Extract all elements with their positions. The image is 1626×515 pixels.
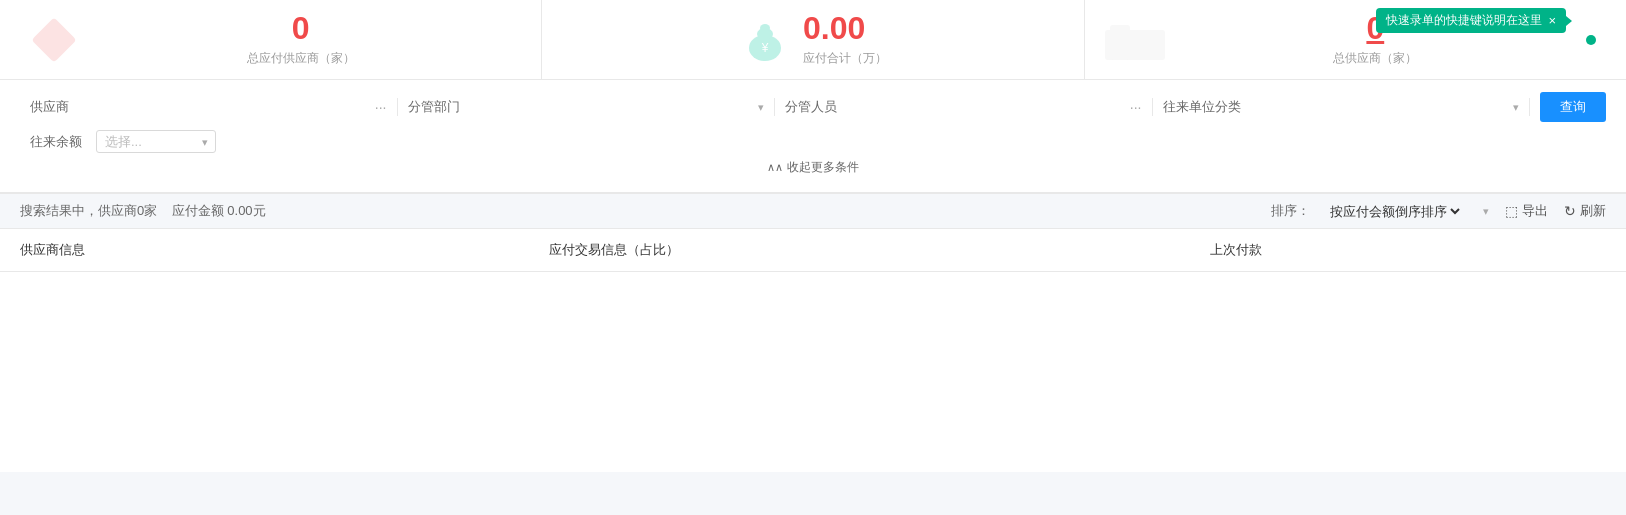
stat-total-suppliers: 快速录单的快捷键说明在这里 × 0 总供应商（家） bbox=[1085, 0, 1626, 79]
category-label: 往来单位分类 bbox=[1163, 98, 1241, 116]
result-text: 搜索结果中，供应商0家 bbox=[20, 203, 157, 218]
stat-total-payable-suppliers: 0 总应付供应商（家） bbox=[0, 0, 542, 79]
supplier-label: 供应商 bbox=[30, 98, 70, 116]
svg-rect-0 bbox=[31, 17, 76, 62]
collapse-label: 收起更多条件 bbox=[787, 159, 859, 176]
query-button[interactable]: 查询 bbox=[1540, 92, 1606, 122]
department-dropdown-icon[interactable]: ▾ bbox=[758, 101, 764, 114]
stats-bar: 0 总应付供应商（家） ¥ 0.00 应付合计（万） 快速录单的快捷键说明在这里… bbox=[0, 0, 1626, 80]
person-dots-btn[interactable]: ··· bbox=[1130, 99, 1142, 115]
stat-payable-total: ¥ 0.00 应付合计（万） bbox=[542, 0, 1084, 79]
filter-area: 供应商 ··· 分管部门 ▾ 分管人员 ··· 往来单位分类 ▾ 查询 往来余额 bbox=[0, 80, 1626, 193]
balance-label: 往来余额 bbox=[30, 133, 82, 151]
col-lastpay-header: 上次付款 bbox=[1210, 241, 1607, 259]
svg-rect-6 bbox=[1110, 25, 1130, 60]
diamond-logo-icon bbox=[30, 16, 78, 64]
table-header: 供应商信息 应付交易信息（占比） 上次付款 bbox=[0, 229, 1626, 272]
tooltip-dot bbox=[1586, 35, 1596, 45]
filter-department: 分管部门 ▾ bbox=[398, 98, 776, 116]
col-supplier-header: 供应商信息 bbox=[20, 241, 549, 259]
sort-label: 排序： bbox=[1271, 202, 1310, 220]
payable-suppliers-label: 总应付供应商（家） bbox=[247, 50, 355, 67]
supplier-dots-btn[interactable]: ··· bbox=[375, 99, 387, 115]
supplier-input[interactable] bbox=[78, 100, 371, 115]
filter-row-1: 供应商 ··· 分管部门 ▾ 分管人员 ··· 往来单位分类 ▾ 查询 bbox=[20, 92, 1606, 122]
svg-point-3 bbox=[760, 24, 770, 32]
result-actions: 排序： 按应付会额倒序排序 ▾ ⬚ 导出 ↻ 刷新 bbox=[1271, 202, 1606, 220]
sort-select[interactable]: 按应付会额倒序排序 bbox=[1326, 203, 1463, 220]
result-amount: 应付金额 0.00元 bbox=[172, 203, 266, 218]
tooltip-bubble: 快速录单的快捷键说明在这里 × bbox=[1376, 8, 1566, 33]
table-body bbox=[0, 272, 1626, 472]
filter-category: 往来单位分类 ▾ bbox=[1153, 98, 1531, 116]
person-label: 分管人员 bbox=[785, 98, 837, 116]
money-bag-icon: ¥ bbox=[739, 14, 791, 66]
collapse-button[interactable]: ∧∧ 收起更多条件 bbox=[767, 159, 859, 176]
svg-text:¥: ¥ bbox=[761, 41, 769, 55]
payable-suppliers-number: 0 bbox=[292, 12, 310, 44]
refresh-button[interactable]: ↻ 刷新 bbox=[1564, 202, 1606, 220]
refresh-label: 刷新 bbox=[1580, 202, 1606, 220]
result-bar: 搜索结果中，供应商0家 应付金额 0.00元 排序： 按应付会额倒序排序 ▾ ⬚… bbox=[0, 193, 1626, 229]
filter-row-2: 往来余额 选择... bbox=[20, 130, 1606, 153]
category-input[interactable] bbox=[1249, 100, 1510, 115]
tooltip-close-btn[interactable]: × bbox=[1548, 14, 1556, 27]
balance-select-wrapper: 选择... bbox=[96, 130, 216, 153]
filter-balance: 往来余额 选择... bbox=[20, 130, 226, 153]
tooltip-text: 快速录单的快捷键说明在这里 bbox=[1386, 12, 1542, 29]
payable-total-label: 应付合计（万） bbox=[803, 50, 887, 67]
refresh-icon: ↻ bbox=[1564, 203, 1576, 219]
balance-select[interactable]: 选择... bbox=[96, 130, 216, 153]
export-icon: ⬚ bbox=[1505, 203, 1518, 219]
export-label: 导出 bbox=[1522, 202, 1548, 220]
category-dropdown-icon[interactable]: ▾ bbox=[1513, 101, 1519, 114]
total-suppliers-label: 总供应商（家） bbox=[1333, 50, 1417, 67]
person-input[interactable] bbox=[845, 100, 1126, 115]
filter-supplier: 供应商 ··· bbox=[20, 98, 398, 116]
sort-dropdown-icon[interactable]: ▾ bbox=[1483, 205, 1489, 218]
result-info: 搜索结果中，供应商0家 应付金额 0.00元 bbox=[20, 202, 1271, 220]
payable-total-number: 0.00 bbox=[803, 12, 865, 44]
collapse-up-icon: ∧∧ bbox=[767, 161, 783, 174]
department-input[interactable] bbox=[468, 100, 755, 115]
suppliers-bg-icon bbox=[1105, 20, 1165, 60]
export-button[interactable]: ⬚ 导出 bbox=[1505, 202, 1548, 220]
department-label: 分管部门 bbox=[408, 98, 460, 116]
filter-person: 分管人员 ··· bbox=[775, 98, 1153, 116]
collapse-bar: ∧∧ 收起更多条件 bbox=[20, 153, 1606, 180]
col-payable-header: 应付交易信息（占比） bbox=[549, 241, 1210, 259]
